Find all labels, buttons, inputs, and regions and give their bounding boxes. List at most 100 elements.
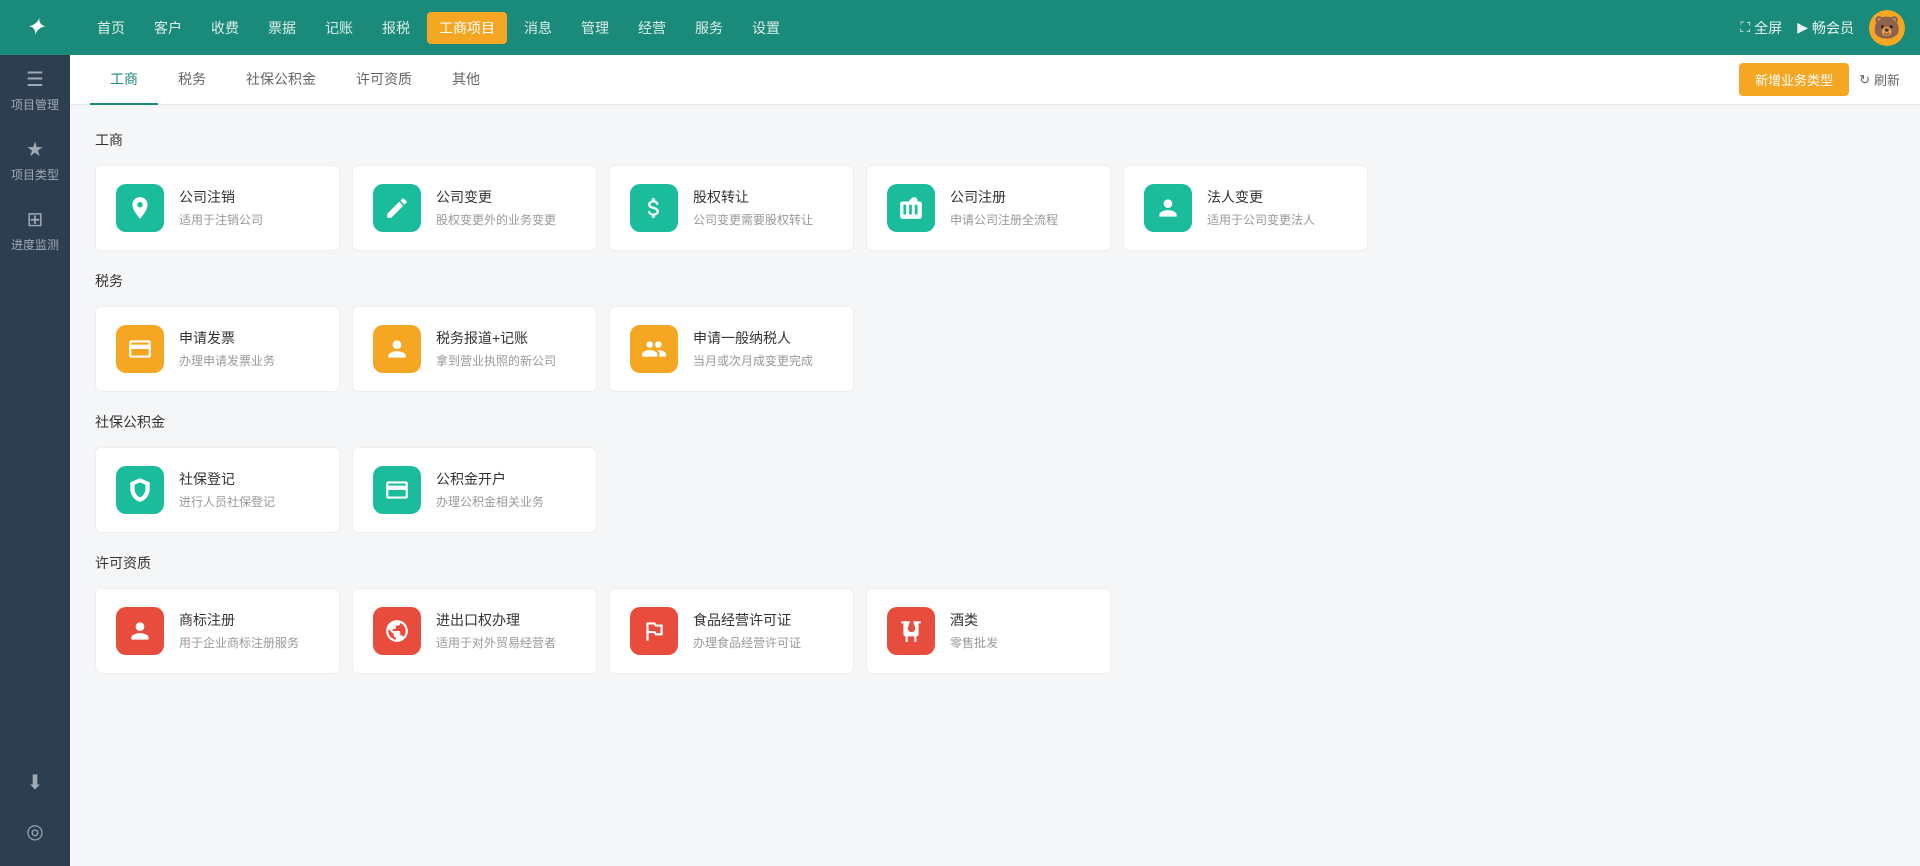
tab-xuke[interactable]: 许可资质 (336, 55, 432, 105)
shebao-section: 社保公积金 社保登记 进行人员社保登记 (95, 412, 1895, 533)
apply-invoice-icon (116, 325, 164, 373)
section-title-gongshang: 工商 (95, 130, 1895, 150)
nav-message[interactable]: 消息 (512, 12, 564, 44)
apply-invoice-title: 申请发票 (179, 328, 319, 348)
card-fund-open[interactable]: 公积金开户 办理公积金相关业务 (352, 447, 597, 533)
alcohol-desc: 零售批发 (950, 635, 1090, 652)
legal-person-change-title: 法人变更 (1207, 187, 1347, 207)
food-license-info: 食品经营许可证 办理食品经营许可证 (693, 610, 833, 652)
company-register-icon (887, 184, 935, 232)
company-cancel-title: 公司注销 (179, 187, 319, 207)
shuiwu-cards: 申请发票 办理申请发票业务 税务报道+记账 拿到营业 (95, 306, 1895, 392)
card-alcohol[interactable]: 酒类 零售批发 (866, 588, 1111, 674)
vip-label: 畅会员 (1812, 18, 1854, 38)
fullscreen-btn[interactable]: ⛶ 全屏 (1740, 18, 1782, 38)
nav-home[interactable]: 首页 (85, 12, 137, 44)
sidebar-item-label: 项目类型 (11, 166, 59, 183)
scroll-content[interactable]: 工商 公司注销 适用于注销公司 (70, 105, 1920, 866)
card-legal-person-change[interactable]: 法人变更 适用于公司变更法人 (1123, 165, 1368, 251)
card-equity-transfer[interactable]: 股权转让 公司变更需要股权转让 (609, 165, 854, 251)
tab-shebao[interactable]: 社保公积金 (226, 55, 336, 105)
social-register-info: 社保登记 进行人员社保登记 (179, 469, 319, 511)
trademark-icon (116, 607, 164, 655)
company-register-desc: 申请公司注册全流程 (950, 212, 1090, 229)
sidebar-item-download[interactable]: ⬇ (0, 758, 70, 807)
vip-btn[interactable]: ▶ 畅会员 (1797, 18, 1854, 38)
company-register-title: 公司注册 (950, 187, 1090, 207)
trademark-desc: 用于企业商标注册服务 (179, 635, 319, 652)
card-company-register[interactable]: 公司注册 申请公司注册全流程 (866, 165, 1111, 251)
tax-report-info: 税务报道+记账 拿到营业执照的新公司 (436, 328, 576, 370)
section-title-shuiwu: 税务 (95, 271, 1895, 291)
food-license-icon (630, 607, 678, 655)
sidebar-item-label: 项目管理 (11, 96, 59, 113)
nav-service[interactable]: 服务 (683, 12, 735, 44)
alcohol-icon (887, 607, 935, 655)
food-license-title: 食品经营许可证 (693, 610, 833, 630)
refresh-button[interactable]: ↻ 刷新 (1859, 70, 1900, 89)
nav-customer[interactable]: 客户 (142, 12, 194, 44)
card-trademark[interactable]: 商标注册 用于企业商标注册服务 (95, 588, 340, 674)
nav-bizproject[interactable]: 工商项目 (427, 12, 507, 44)
company-register-info: 公司注册 申请公司注册全流程 (950, 187, 1090, 229)
card-tax-report[interactable]: 税务报道+记账 拿到营业执照的新公司 (352, 306, 597, 392)
sidebar-item-project-mgmt[interactable]: ☰ 项目管理 (0, 55, 70, 125)
alcohol-info: 酒类 零售批发 (950, 610, 1090, 652)
xuke-cards: 商标注册 用于企业商标注册服务 进出口权办理 适用于 (95, 588, 1895, 674)
avatar: 🐻 (1869, 10, 1905, 46)
social-register-title: 社保登记 (179, 469, 319, 489)
card-company-change[interactable]: 公司变更 股权变更外的业务变更 (352, 165, 597, 251)
add-business-type-button[interactable]: 新增业务类型 (1739, 63, 1849, 96)
apply-invoice-desc: 办理申请发票业务 (179, 353, 319, 370)
sidebar-item-location[interactable]: ◎ (0, 807, 70, 856)
project-type-icon: ★ (26, 137, 44, 162)
topnav: 首页 客户 收费 票据 记账 报税 工商项目 消息 管理 经营 服务 设置 ⛶ … (70, 0, 1920, 55)
nav-tax[interactable]: 报税 (370, 12, 422, 44)
company-cancel-info: 公司注销 适用于注销公司 (179, 187, 319, 229)
fund-open-icon (373, 466, 421, 514)
section-title-xuke: 许可资质 (95, 553, 1895, 573)
fullscreen-icon: ⛶ (1740, 19, 1750, 36)
tax-report-icon (373, 325, 421, 373)
nav-operation[interactable]: 经营 (626, 12, 678, 44)
import-export-icon (373, 607, 421, 655)
location-icon: ◎ (26, 819, 43, 844)
progress-monitor-icon: ⊞ (27, 207, 44, 232)
company-change-icon (373, 184, 421, 232)
trademark-info: 商标注册 用于企业商标注册服务 (179, 610, 319, 652)
topnav-right: ⛶ 全屏 ▶ 畅会员 🐻 (1740, 10, 1905, 46)
card-company-cancel[interactable]: 公司注销 适用于注销公司 (95, 165, 340, 251)
nav-accounting[interactable]: 记账 (313, 12, 365, 44)
tab-shuiwu[interactable]: 税务 (158, 55, 226, 105)
download-icon: ⬇ (27, 770, 44, 795)
gongshang-section: 工商 公司注销 适用于注销公司 (95, 130, 1895, 251)
nav-fee[interactable]: 收费 (199, 12, 251, 44)
tab-qita[interactable]: 其他 (432, 55, 500, 105)
card-import-export[interactable]: 进出口权办理 适用于对外贸易经营者 (352, 588, 597, 674)
nav-management[interactable]: 管理 (569, 12, 621, 44)
refresh-label: 刷新 (1874, 70, 1900, 89)
section-title-shebao: 社保公积金 (95, 412, 1895, 432)
card-apply-invoice[interactable]: 申请发票 办理申请发票业务 (95, 306, 340, 392)
vip-icon: ▶ (1797, 19, 1808, 36)
social-register-icon (116, 466, 164, 514)
import-export-desc: 适用于对外贸易经营者 (436, 635, 576, 652)
card-apply-general-tax[interactable]: 申请一般纳税人 当月或次月成变更完成 (609, 306, 854, 392)
sidebar-item-project-type[interactable]: ★ 项目类型 (0, 125, 70, 195)
nav-invoice[interactable]: 票据 (256, 12, 308, 44)
nav-settings[interactable]: 设置 (740, 12, 792, 44)
tab-actions: 新增业务类型 ↻ 刷新 (1739, 63, 1900, 96)
food-license-desc: 办理食品经营许可证 (693, 635, 833, 652)
equity-transfer-icon (630, 184, 678, 232)
social-register-desc: 进行人员社保登记 (179, 494, 319, 511)
sidebar-item-progress-monitor[interactable]: ⊞ 进度监测 (0, 195, 70, 265)
card-social-register[interactable]: 社保登记 进行人员社保登记 (95, 447, 340, 533)
tax-report-title: 税务报道+记账 (436, 328, 576, 348)
tab-bar: 工商 税务 社保公积金 许可资质 其他 新增业务类型 ↻ 刷新 (70, 55, 1920, 105)
tab-gongshang[interactable]: 工商 (90, 55, 158, 105)
card-food-license[interactable]: 食品经营许可证 办理食品经营许可证 (609, 588, 854, 674)
fullscreen-label: 全屏 (1754, 18, 1782, 38)
sidebar-bottom: ⬇ ◎ (0, 758, 70, 866)
main-area: 首页 客户 收费 票据 记账 报税 工商项目 消息 管理 经营 服务 设置 ⛶ … (70, 0, 1920, 866)
company-change-title: 公司变更 (436, 187, 576, 207)
